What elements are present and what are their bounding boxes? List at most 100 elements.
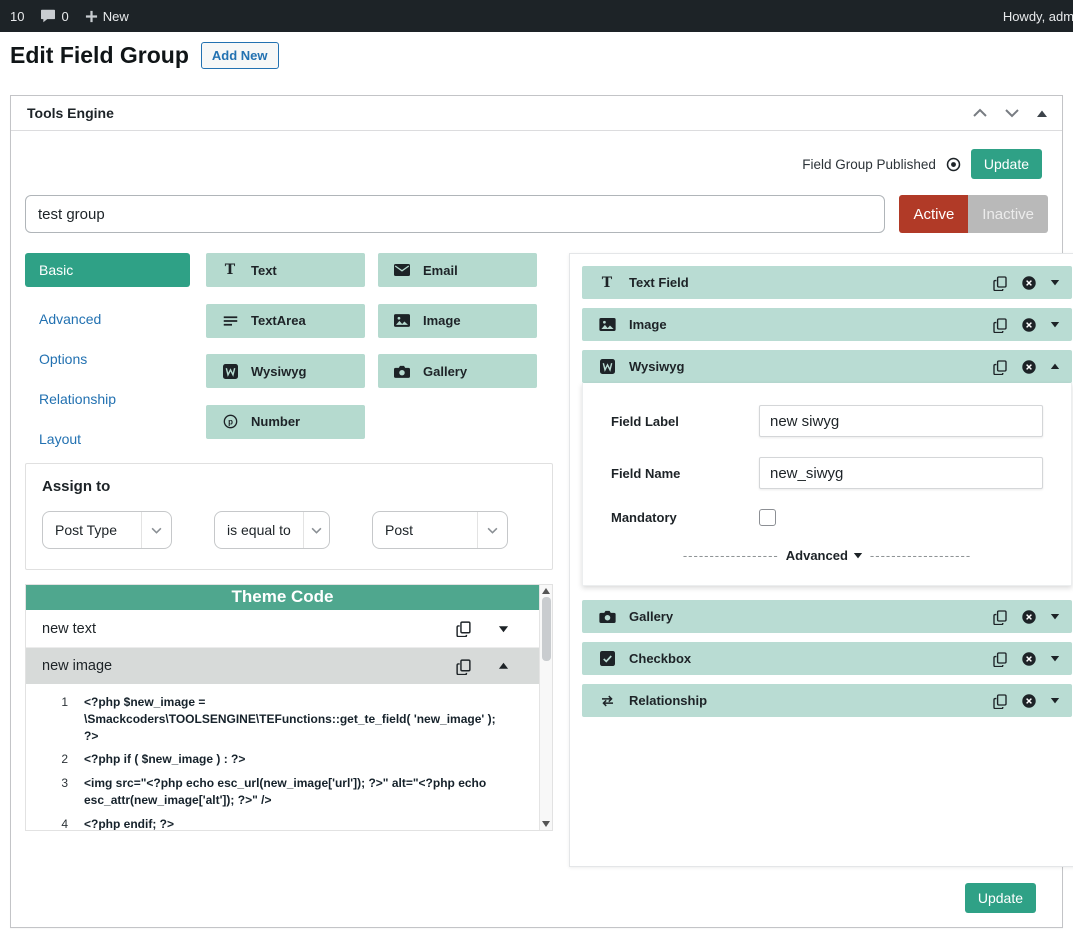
metabox-body: Field Group Published Update Active Inac… [11, 131, 1073, 927]
code-line: 4 <?php endif; ?> [26, 816, 539, 830]
remove-icon[interactable] [1021, 693, 1037, 709]
field-type-wysiwyg-button[interactable]: Wysiwyg [206, 354, 365, 388]
howdy-account[interactable]: Howdy, admi [1003, 9, 1073, 24]
chevron-down-icon [302, 512, 329, 548]
field-row-wysiwyg[interactable]: Wysiwyg [582, 350, 1072, 383]
metabox-title: Tools Engine [27, 105, 114, 121]
chevron-down-icon [141, 512, 171, 548]
field-type-email-button[interactable]: Email [378, 253, 537, 287]
assign-entity-select[interactable]: Post Type [42, 511, 172, 549]
select-value: Post [385, 522, 414, 538]
page-header: Edit Field Group Add New [0, 32, 1073, 69]
field-name-input[interactable] [759, 457, 1043, 489]
remove-icon[interactable] [1021, 651, 1037, 667]
group-name-input[interactable] [25, 195, 886, 233]
scroll-down-icon[interactable] [542, 821, 550, 827]
theme-code-item-new-text[interactable]: new text [26, 610, 539, 648]
move-down-icon[interactable] [1004, 108, 1020, 118]
updates-count[interactable]: 10 [10, 9, 24, 24]
checkbox-icon [598, 651, 616, 666]
remove-icon[interactable] [1021, 609, 1037, 625]
publish-row: Field Group Published Update [25, 143, 1048, 183]
copy-icon[interactable] [992, 651, 1008, 667]
assign-value-select[interactable]: Post [372, 511, 508, 549]
assign-operator-select[interactable]: is equal to [214, 511, 330, 549]
assign-to-box: Assign to Post Type is equal to Post [25, 463, 553, 570]
new-label: New [102, 8, 129, 24]
line-number: 2 [61, 752, 68, 767]
code-text: <img src="<?php echo esc_url(new_image['… [84, 776, 487, 807]
comments-link[interactable]: 0 [40, 9, 69, 24]
chevron-up-icon[interactable] [498, 662, 509, 670]
copy-icon[interactable] [455, 620, 472, 637]
chevron-down-icon[interactable] [498, 625, 509, 633]
field-type-image-button[interactable]: Image [378, 303, 537, 338]
update-button-bottom[interactable]: Update [964, 883, 1036, 913]
code-line: 3 <img src="<?php echo esc_url(new_image… [26, 775, 539, 809]
text-icon: T [601, 274, 613, 291]
tab-options[interactable]: Options [25, 351, 190, 367]
mandatory-label: Mandatory [611, 510, 677, 525]
tab-basic[interactable]: Basic [25, 253, 190, 287]
copy-icon[interactable] [992, 317, 1008, 333]
chevron-down-icon[interactable] [1050, 655, 1060, 662]
copy-icon[interactable] [992, 359, 1008, 375]
copy-icon[interactable] [992, 693, 1008, 709]
move-up-icon[interactable] [972, 108, 988, 118]
field-category-tabs: Basic Advanced Options Relationship Layo… [25, 253, 190, 447]
new-content-menu[interactable]: New [85, 9, 129, 24]
field-type-label: TextArea [251, 313, 306, 328]
field-type-label: Gallery [423, 363, 468, 379]
copy-icon[interactable] [992, 609, 1008, 625]
copy-icon[interactable] [992, 275, 1008, 291]
remove-icon[interactable] [1021, 359, 1037, 375]
code-text: <?php endif; ?> [84, 816, 174, 830]
line-number: 3 [61, 776, 68, 791]
remove-icon[interactable] [1021, 317, 1037, 333]
field-type-grid: T Text Email TextArea Image Wysiwyg Gall… [206, 253, 537, 447]
inactive-button[interactable]: Inactive [968, 195, 1048, 233]
chevron-down-icon[interactable] [1050, 613, 1060, 620]
field-row-image[interactable]: Image [582, 308, 1072, 341]
scrollbar-thumb[interactable] [541, 597, 551, 661]
chevron-down-icon[interactable] [1050, 279, 1060, 286]
remove-icon[interactable] [1021, 275, 1037, 291]
theme-code-scrollbar[interactable] [539, 585, 552, 830]
email-icon [394, 264, 410, 276]
field-row-gallery[interactable]: Gallery [582, 600, 1072, 633]
select-value: is equal to [227, 522, 291, 538]
field-label-input[interactable] [759, 405, 1043, 437]
svg-text:p: p [228, 418, 233, 427]
code-text: <?php $new_image = \Smackcoders\TOOLSENG… [84, 695, 496, 743]
theme-code-item-label: new text [42, 620, 96, 637]
field-type-label: Text [251, 262, 277, 278]
chevron-up-icon[interactable] [1050, 363, 1060, 370]
add-new-button[interactable]: Add New [200, 42, 279, 69]
tab-advanced[interactable]: Advanced [25, 311, 190, 327]
chevron-down-icon [477, 512, 507, 548]
active-button[interactable]: Active [899, 195, 969, 233]
collapse-toggle-icon[interactable] [1036, 109, 1048, 118]
text-icon: T [224, 262, 236, 278]
field-row-relationship[interactable]: Relationship [582, 684, 1072, 717]
admin-bar: 10 0 New Howdy, admi [0, 0, 1073, 32]
field-type-text-button[interactable]: T Text [206, 253, 365, 287]
theme-code-item-new-image[interactable]: new image [26, 648, 539, 684]
field-type-number-button[interactable]: p Number [206, 404, 365, 439]
advanced-toggle[interactable]: Advanced [786, 548, 863, 563]
field-type-gallery-button[interactable]: Gallery [378, 354, 537, 388]
chevron-down-icon[interactable] [1050, 697, 1060, 704]
chevron-down-icon[interactable] [1050, 321, 1060, 328]
copy-icon[interactable] [455, 658, 472, 675]
builder-column: Basic Advanced Options Relationship Layo… [25, 253, 553, 831]
tab-relationship[interactable]: Relationship [25, 391, 190, 407]
field-type-textarea-button[interactable]: TextArea [206, 303, 365, 338]
field-row-checkbox[interactable]: Checkbox [582, 642, 1072, 675]
tools-engine-metabox: Tools Engine Field Group Published Updat… [10, 95, 1073, 928]
tab-layout[interactable]: Layout [25, 431, 190, 447]
field-row-text-field[interactable]: T Text Field [582, 266, 1072, 299]
mandatory-checkbox[interactable] [759, 509, 776, 526]
field-type-label: Email [423, 262, 458, 278]
page-title: Edit Field Group [10, 42, 189, 68]
update-button-top[interactable]: Update [970, 149, 1042, 179]
